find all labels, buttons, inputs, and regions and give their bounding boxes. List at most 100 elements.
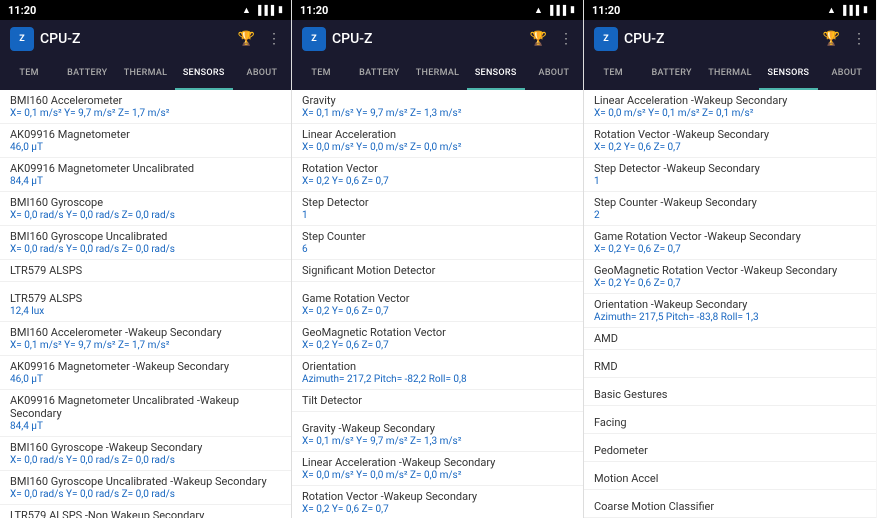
sensor-name: Coarse Motion Classifier — [594, 500, 866, 513]
tab-sensors[interactable]: SENSORS — [467, 58, 525, 90]
app-logo: Z — [594, 27, 618, 51]
sensor-name: Orientation — [302, 360, 573, 373]
sensor-name: Gravity -Wakeup Secondary — [302, 422, 573, 435]
sensor-value: 46,0 μT — [10, 142, 281, 153]
sensor-item: Game Rotation VectorX= 0,2 Y= 0,6 Z= 0,7 — [292, 288, 583, 322]
panel-2: 11:20 ▲ ▐▐▐ ▮ Z CPU-Z 🏆 ⋮ TEMBATTERYTHER… — [292, 0, 584, 518]
tab-tem[interactable]: TEM — [292, 58, 350, 90]
sensor-name: GeoMagnetic Rotation Vector -Wakeup Seco… — [594, 264, 866, 277]
sensor-item: BMI160 Accelerometer -Wakeup SecondaryX=… — [0, 322, 291, 356]
tab-bar: TEMBATTERYTHERMALSENSORSABOUT — [0, 58, 291, 90]
battery-icon: ▮ — [863, 5, 868, 15]
sensor-item: Linear AccelerationX= 0,0 m/s² Y= 0,0 m/… — [292, 124, 583, 158]
sensor-item: AK09916 Magnetometer46,0 μT — [0, 124, 291, 158]
sensor-name: LTR579 ALSPS — [10, 264, 281, 277]
tab-battery[interactable]: BATTERY — [642, 58, 700, 90]
sensor-name: BMI160 Gyroscope — [10, 196, 281, 209]
app-bar: Z CPU-Z 🏆 ⋮ — [584, 20, 876, 58]
tab-battery[interactable]: BATTERY — [350, 58, 408, 90]
sensor-item: Pedometer — [584, 440, 876, 462]
sensor-item: BMI160 GyroscopeX= 0,0 rad/s Y= 0,0 rad/… — [0, 192, 291, 226]
sensor-item: OrientationAzimuth= 217,2 Pitch= -82,2 R… — [292, 356, 583, 390]
sensor-value: 2 — [594, 210, 866, 221]
sensor-value: X= 0,2 Y= 0,6 Z= 0,7 — [594, 278, 866, 289]
sensor-item: Step Counter6 — [292, 226, 583, 260]
sensor-value: 1 — [594, 176, 866, 187]
sensor-value: 84,4 μT — [10, 421, 281, 432]
sensor-value: X= 0,1 m/s² Y= 9,7 m/s² Z= 1,7 m/s² — [10, 340, 281, 351]
sensor-value: Azimuth= 217,5 Pitch= -83,8 Roll= 1,3 — [594, 312, 866, 323]
tab-about[interactable]: ABOUT — [818, 58, 876, 90]
trophy-icon[interactable]: 🏆 — [530, 31, 547, 47]
status-bar: 11:20 ▲ ▐▐▐ ▮ — [0, 0, 291, 20]
trophy-icon[interactable]: 🏆 — [238, 31, 255, 47]
sensor-item: Step Detector1 — [292, 192, 583, 226]
tab-about[interactable]: ABOUT — [525, 58, 583, 90]
sensor-item: Orientation -Wakeup SecondaryAzimuth= 21… — [584, 294, 876, 328]
tab-about[interactable]: ABOUT — [233, 58, 291, 90]
sensor-name: AMD — [594, 332, 866, 345]
tab-tem[interactable]: TEM — [0, 58, 58, 90]
sensor-item: Facing — [584, 412, 876, 434]
sensor-name: AK09916 Magnetometer -Wakeup Secondary — [10, 360, 281, 373]
sensor-name: Game Rotation Vector -Wakeup Secondary — [594, 230, 866, 243]
sensor-item: Basic Gestures — [584, 384, 876, 406]
sensor-item: Game Rotation Vector -Wakeup SecondaryX=… — [584, 226, 876, 260]
sensor-item: GeoMagnetic Rotation VectorX= 0,2 Y= 0,6… — [292, 322, 583, 356]
sensor-item: Significant Motion Detector — [292, 260, 583, 282]
sensor-item: LTR579 ALSPS12,4 lux — [0, 288, 291, 322]
sensor-name: Linear Acceleration -Wakeup Secondary — [594, 94, 866, 107]
tab-bar: TEMBATTERYTHERMALSENSORSABOUT — [292, 58, 583, 90]
sensor-name: BMI160 Gyroscope Uncalibrated — [10, 230, 281, 243]
menu-icon[interactable]: ⋮ — [267, 31, 281, 47]
sensor-value: 6 — [302, 244, 573, 255]
tab-thermal[interactable]: THERMAL — [116, 58, 174, 90]
app-logo: Z — [10, 27, 34, 51]
app-bar: Z CPU-Z 🏆 ⋮ — [292, 20, 583, 58]
sensor-name: Basic Gestures — [594, 388, 866, 401]
sensor-value: X= 0,2 Y= 0,6 Z= 0,7 — [302, 176, 573, 187]
app-title: CPU-Z — [624, 31, 664, 47]
trophy-icon[interactable]: 🏆 — [823, 31, 840, 47]
sensor-name: Pedometer — [594, 444, 866, 457]
status-time: 11:20 — [8, 4, 36, 17]
sensor-name: Rotation Vector -Wakeup Secondary — [594, 128, 866, 141]
sensor-name: Rotation Vector -Wakeup Secondary — [302, 490, 573, 503]
sensor-name: Step Detector -Wakeup Secondary — [594, 162, 866, 175]
tab-thermal[interactable]: THERMAL — [408, 58, 466, 90]
sensor-item: LTR579 ALSPS — [0, 260, 291, 282]
sensor-value: X= 0,0 m/s² Y= 0,0 m/s² Z= 0,0 m/s² — [302, 470, 573, 481]
status-bar: 11:20 ▲ ▐▐▐ ▮ — [584, 0, 876, 20]
menu-icon[interactable]: ⋮ — [852, 31, 866, 47]
tab-sensors[interactable]: SENSORS — [759, 58, 817, 90]
sensor-value: X= 0,1 m/s² Y= 9,7 m/s² Z= 1,3 m/s² — [302, 436, 573, 447]
sensor-item: AK09916 Magnetometer -Wakeup Secondary46… — [0, 356, 291, 390]
sensor-value: X= 0,0 rad/s Y= 0,0 rad/s Z= 0,0 rad/s — [10, 244, 281, 255]
sensor-name: AK09916 Magnetometer Uncalibrated — [10, 162, 281, 175]
sensor-item: Tilt Detector — [292, 390, 583, 412]
menu-icon[interactable]: ⋮ — [559, 31, 573, 47]
sensor-value: X= 0,2 Y= 0,6 Z= 0,7 — [302, 306, 573, 317]
sensor-item: GravityX= 0,1 m/s² Y= 9,7 m/s² Z= 1,3 m/… — [292, 90, 583, 124]
sensor-value: X= 0,0 rad/s Y= 0,0 rad/s Z= 0,0 rad/s — [10, 489, 281, 500]
signal-icon: ▐▐▐ — [840, 5, 859, 16]
sensor-item: BMI160 AccelerometerX= 0,1 m/s² Y= 9,7 m… — [0, 90, 291, 124]
sensor-item: Rotation Vector -Wakeup SecondaryX= 0,2 … — [584, 124, 876, 158]
sensor-value: 84,4 μT — [10, 176, 281, 187]
sensor-value: 46,0 μT — [10, 374, 281, 385]
tab-thermal[interactable]: THERMAL — [701, 58, 759, 90]
wifi-icon: ▲ — [827, 5, 836, 16]
app-title: CPU-Z — [332, 31, 372, 47]
sensor-name: Linear Acceleration — [302, 128, 573, 141]
tab-sensors[interactable]: SENSORS — [175, 58, 233, 90]
sensor-name: LTR579 ALSPS -Non Wakeup Secondary — [10, 509, 281, 518]
sensor-name: LTR579 ALSPS — [10, 292, 281, 305]
signal-icon: ▐▐▐ — [255, 5, 274, 16]
sensor-name: Step Counter -Wakeup Secondary — [594, 196, 866, 209]
sensor-item: Step Counter -Wakeup Secondary2 — [584, 192, 876, 226]
tab-tem[interactable]: TEM — [584, 58, 642, 90]
wifi-icon: ▲ — [534, 5, 543, 16]
sensor-value: X= 0,1 m/s² Y= 9,7 m/s² Z= 1,3 m/s² — [302, 108, 573, 119]
tab-battery[interactable]: BATTERY — [58, 58, 116, 90]
sensor-name: BMI160 Accelerometer — [10, 94, 281, 107]
